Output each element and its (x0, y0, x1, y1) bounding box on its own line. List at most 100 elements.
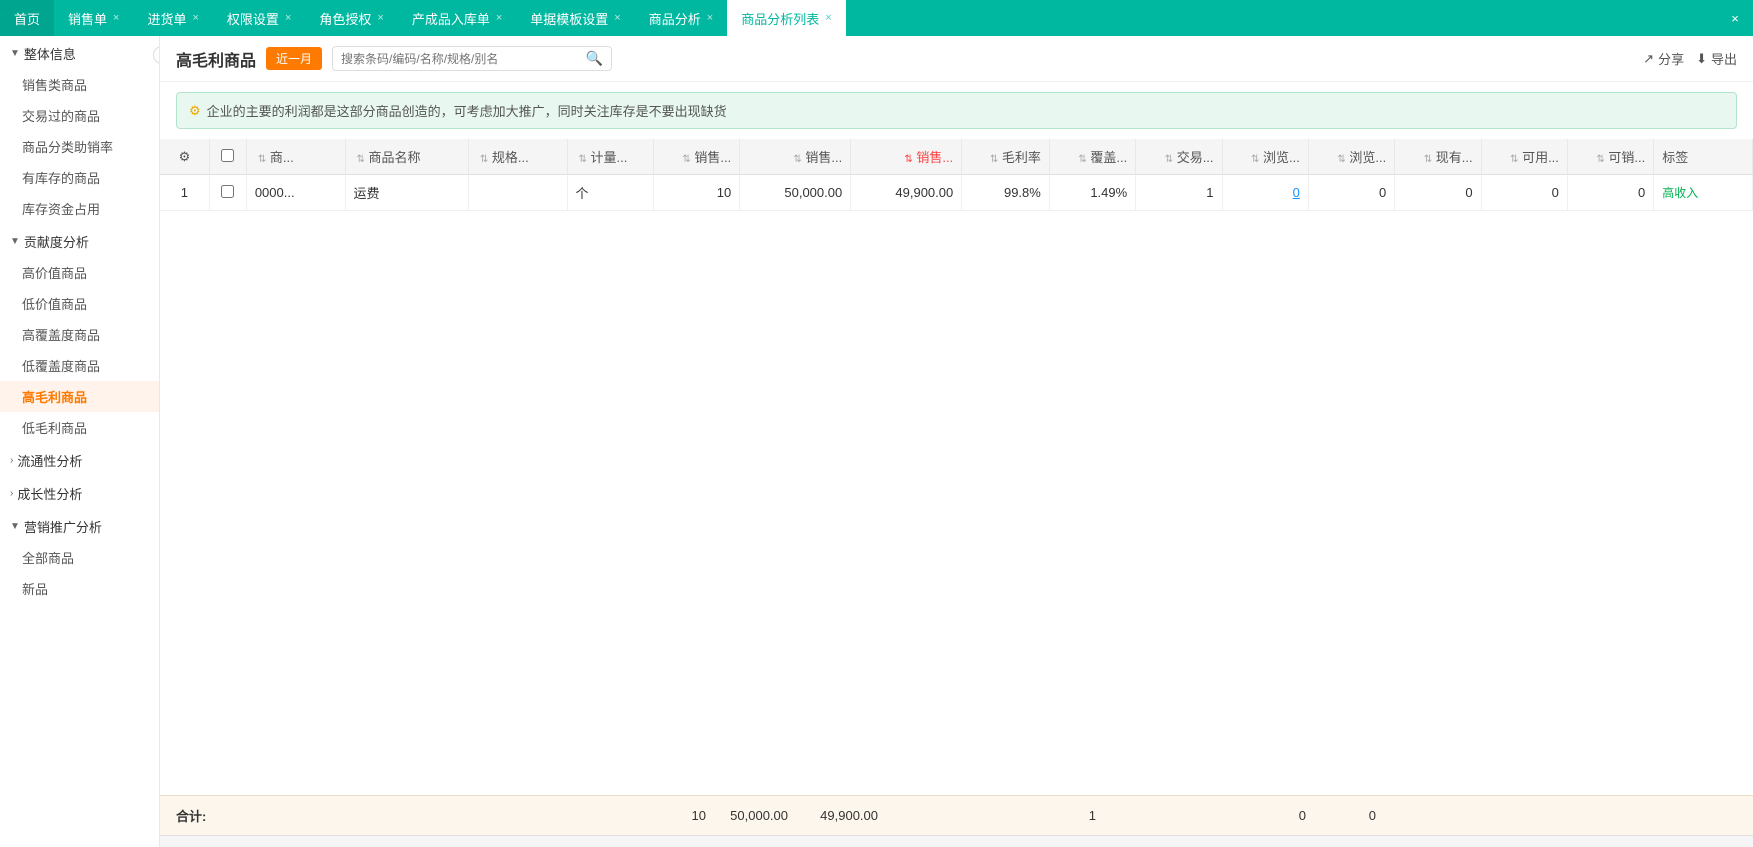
sidebar-group-marketing[interactable]: ▼ 营销推广分析 (0, 509, 159, 542)
sort-icon-stock2: ⇅ (1510, 154, 1518, 165)
sidebar-group-liquidity[interactable]: › 流通性分析 (0, 443, 159, 476)
close-product-analysis-list-icon[interactable]: × (825, 12, 831, 24)
col-header-stock2: ⇅ 可用... (1481, 139, 1567, 175)
sidebar-item-high-coverage[interactable]: 高覆盖度商品 (0, 319, 159, 350)
select-all-checkbox[interactable] (221, 149, 234, 162)
expand-arrow-icon: ▼ (10, 48, 20, 59)
nav-purchase-order[interactable]: 进货单 × (133, 0, 212, 36)
nav-role-auth[interactable]: 角色授权 × (305, 0, 397, 36)
footer-stock2: 0 (1306, 808, 1376, 823)
table-wrapper[interactable]: ⚙ ⇅ 商... ⇅ 商品名称 (160, 139, 1753, 795)
sort-icon-spec: ⇅ (480, 154, 488, 165)
sidebar-item-low-margin[interactable]: 低毛利商品 (0, 412, 159, 443)
col-header-gross-rate: ⇅ 毛利率 (962, 139, 1050, 175)
sidebar-item-new-goods[interactable]: 新品 (0, 573, 159, 604)
col-header-cover: ⇅ 覆盖... (1049, 139, 1135, 175)
row-sales-qty: 10 (653, 175, 739, 211)
footer-trade: 1 (1026, 808, 1096, 823)
nav-doc-template[interactable]: 单据模板设置 × (516, 0, 634, 36)
close-doc-template-icon[interactable]: × (614, 12, 620, 24)
close-purchase-order-icon[interactable]: × (192, 12, 198, 24)
export-icon: ⬇ (1696, 51, 1707, 67)
sidebar-group-growth[interactable]: › 成长性分析 (0, 476, 159, 509)
sidebar-item-low-coverage[interactable]: 低覆盖度商品 (0, 350, 159, 381)
expand-arrow-marketing-icon: ▼ (10, 521, 20, 532)
tag-badge: 高收入 (1662, 186, 1698, 200)
sidebar-group-overall-info[interactable]: ▼ 整体信息 (0, 36, 159, 69)
search-icon[interactable]: 🔍 (586, 50, 603, 67)
sort-icon-stock1: ⇅ (1424, 154, 1432, 165)
sort-icon-code: ⇅ (258, 154, 266, 165)
browse1-link[interactable]: 0 (1293, 185, 1300, 200)
sidebar-item-traded-goods[interactable]: 交易过的商品 (0, 100, 159, 131)
sidebar-item-all-goods[interactable]: 全部商品 (0, 542, 159, 573)
nav-product-analysis[interactable]: 商品分析 × (635, 0, 727, 36)
settings-icon[interactable]: ⚙ (179, 149, 191, 164)
share-icon: ↗ (1643, 51, 1654, 67)
horizontal-scrollbar[interactable] (160, 835, 1753, 847)
time-filter-button[interactable]: 近一月 (266, 47, 322, 70)
row-spec (468, 175, 567, 211)
nav-sales-order[interactable]: 销售单 × (54, 0, 133, 36)
sidebar-item-low-value[interactable]: 低价值商品 (0, 288, 159, 319)
sidebar-item-stock-capital[interactable]: 库存资金占用 (0, 193, 159, 224)
col-header-tag: 标签 (1654, 139, 1753, 175)
col-header-browse1: ⇅ 浏览... (1222, 139, 1308, 175)
info-banner: ⚙ 企业的主要的利润都是这部分商品创造的，可考虑加大推广，同时关注库存是不要出现… (176, 92, 1737, 129)
col-header-browse2: ⇅ 浏览... (1308, 139, 1394, 175)
sidebar: « ▼ 整体信息 销售类商品 交易过的商品 商品分类助销率 有库存的商品 库存资… (0, 36, 160, 847)
nav-product-analysis-list[interactable]: 商品分析列表 × (727, 0, 845, 36)
sort-icon-browse2: ⇅ (1337, 154, 1345, 165)
window-close-button[interactable]: × (1717, 0, 1753, 36)
col-header-num: ⚙ (160, 139, 209, 175)
sort-icon-name: ⇅ (357, 154, 365, 165)
row-checkbox-cell (209, 175, 246, 211)
main-layout: « ▼ 整体信息 销售类商品 交易过的商品 商品分类助销率 有库存的商品 库存资… (0, 36, 1753, 847)
row-tag: 高收入 (1654, 175, 1753, 211)
col-header-sales-amt: ⇅ 销售... (740, 139, 851, 175)
export-button[interactable]: ⬇ 导出 (1696, 49, 1737, 68)
row-checkbox[interactable] (221, 185, 234, 198)
col-header-trade: ⇅ 交易... (1136, 139, 1222, 175)
sort-icon-gross-rate: ⇅ (990, 154, 998, 165)
page-title: 高毛利商品 (176, 47, 256, 71)
close-permission-settings-icon[interactable]: × (285, 12, 291, 24)
row-trade: 1 (1136, 175, 1222, 211)
close-role-auth-icon[interactable]: × (377, 12, 383, 24)
close-product-inbound-icon[interactable]: × (496, 12, 502, 24)
row-unit: 个 (567, 175, 653, 211)
sort-icon-browse1: ⇅ (1251, 154, 1259, 165)
col-header-sales-qty: ⇅ 销售... (653, 139, 739, 175)
col-header-check (209, 139, 246, 175)
nav-permission-settings[interactable]: 权限设置 × (213, 0, 305, 36)
sidebar-item-category-rate[interactable]: 商品分类助销率 (0, 131, 159, 162)
footer-sales-qty: 10 (636, 808, 706, 823)
content-header: 高毛利商品 近一月 🔍 ↗ 分享 ⬇ 导出 (160, 36, 1753, 82)
row-browse1: 0 (1222, 175, 1308, 211)
col-header-code: ⇅ 商... (246, 139, 345, 175)
sidebar-item-high-value[interactable]: 高价值商品 (0, 257, 159, 288)
col-header-stock1: ⇅ 现有... (1395, 139, 1481, 175)
nav-home[interactable]: 首页 (0, 0, 54, 36)
col-header-sales-cost: ⇅ 销售... (851, 139, 962, 175)
footer-sales-amt: 50,000.00 (706, 808, 796, 823)
row-browse2: 0 (1308, 175, 1394, 211)
header-actions: ↗ 分享 ⬇ 导出 (1643, 49, 1737, 68)
data-table: ⚙ ⇅ 商... ⇅ 商品名称 (160, 139, 1753, 211)
sidebar-item-in-stock-goods[interactable]: 有库存的商品 (0, 162, 159, 193)
nav-product-inbound[interactable]: 产成品入库单 × (398, 0, 516, 36)
window-close-icon: × (1731, 11, 1739, 26)
footer-total-row: 合计: 10 50,000.00 49,900.00 1 0 0 (160, 795, 1753, 835)
sidebar-group-contribution[interactable]: ▼ 贡献度分析 (0, 224, 159, 257)
search-input[interactable] (341, 52, 586, 66)
share-button[interactable]: ↗ 分享 (1643, 49, 1684, 68)
row-stock1: 0 (1395, 175, 1481, 211)
expand-arrow-liquidity-icon: › (10, 455, 13, 466)
row-num: 1 (160, 175, 209, 211)
sidebar-item-high-margin[interactable]: 高毛利商品 (0, 381, 159, 412)
close-product-analysis-icon[interactable]: × (707, 12, 713, 24)
expand-arrow-growth-icon: › (10, 488, 13, 499)
sidebar-item-sales-goods[interactable]: 销售类商品 (0, 69, 159, 100)
table-body: 1 0000... 运费 (160, 175, 1753, 211)
close-sales-order-icon[interactable]: × (113, 12, 119, 24)
